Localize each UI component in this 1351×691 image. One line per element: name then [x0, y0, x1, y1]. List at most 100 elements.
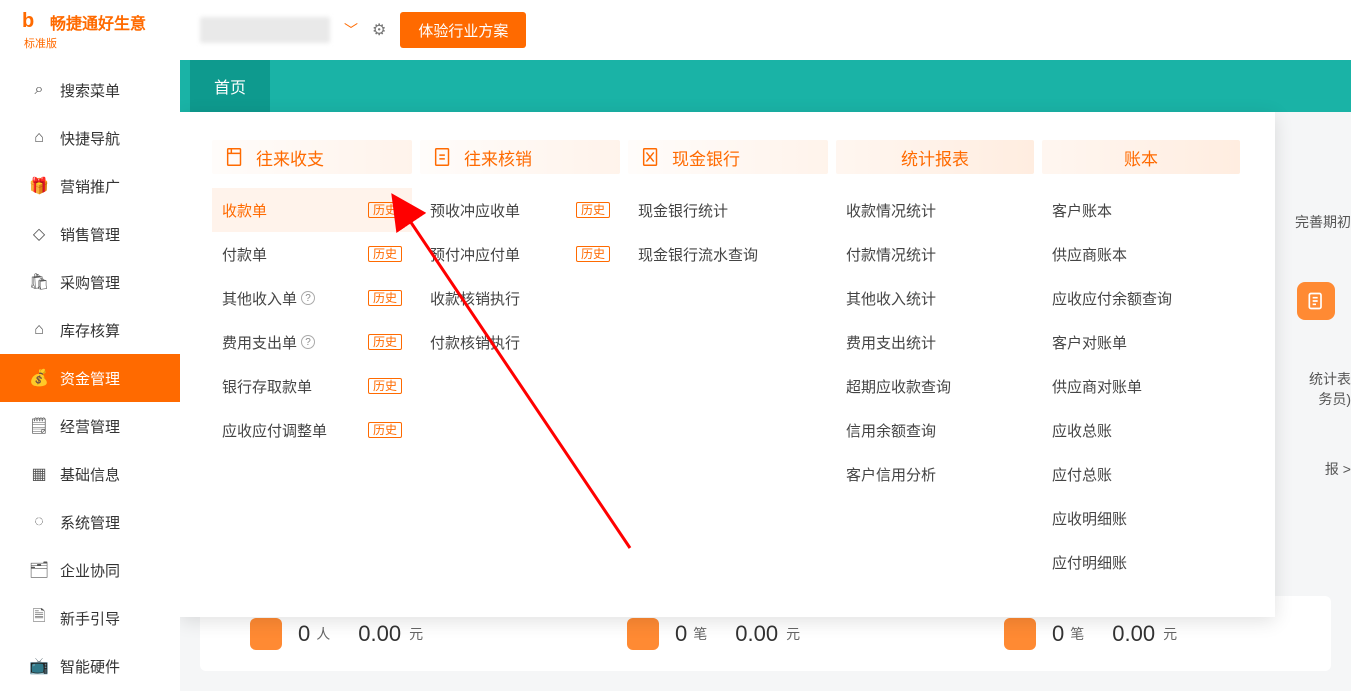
menu-item-label: 客户账本 — [1052, 200, 1112, 221]
sidebar-item-sales[interactable]: ◇销售管理 — [0, 210, 180, 258]
purchase-icon: 🛍 — [30, 273, 48, 291]
sidebar-item-marketing[interactable]: 🎁营销推广 — [0, 162, 180, 210]
sidebar-item-funds[interactable]: 💰资金管理 — [0, 354, 180, 402]
menu-item-label: 费用支出统计 — [846, 332, 936, 353]
sidebar-item-hardware[interactable]: 📺智能硬件 — [0, 642, 180, 690]
gear-icon[interactable]: ⚙ — [372, 20, 386, 40]
menu-item[interactable]: 信用余额查询 — [836, 408, 1034, 452]
sidebar-item-label: 系统管理 — [60, 512, 120, 533]
menu-item[interactable]: 其他收入单? 历史 — [212, 276, 412, 320]
history-badge[interactable]: 历史 — [368, 378, 402, 394]
brand-edition: 标准版 — [24, 35, 57, 51]
inventory-icon: ⌂ — [30, 321, 48, 339]
menu-item[interactable]: 收款单历史 — [212, 188, 412, 232]
column-title: 统计报表 — [901, 145, 969, 170]
menu-item-label: 现金银行流水查询 — [638, 244, 758, 265]
menu-item[interactable]: 应收应付调整单历史 — [212, 408, 412, 452]
help-icon[interactable]: ? — [301, 335, 315, 349]
sidebar-item-collab[interactable]: 🗂企业协同 — [0, 546, 180, 594]
sidebar-item-business[interactable]: 🗒经营管理 — [0, 402, 180, 450]
menu-item-label: 收款情况统计 — [846, 200, 936, 221]
menu-item-label: 客户对账单 — [1052, 332, 1127, 353]
menu-item[interactable]: 预付冲应付单 历史 — [420, 232, 620, 276]
menu-item[interactable]: 付款核销执行 — [420, 320, 620, 364]
menu-column-4: 账本客户账本供应商账本应收应付余额查询客户对账单供应商对账单应收总账应付总账应收… — [1042, 140, 1240, 607]
metric: 0人0.00元 — [200, 618, 577, 650]
history-badge[interactable]: 历史 — [368, 334, 402, 350]
strip-text-2b: 务员) — [1309, 390, 1351, 410]
metric-unit-1: 笔 — [1070, 624, 1084, 644]
menu-item[interactable]: 收款情况统计 — [836, 188, 1034, 232]
topbar: ﹀ ⚙ 体验行业方案 — [180, 0, 1351, 60]
menu-item-label: 其他收入单? — [222, 288, 315, 309]
menu-item[interactable]: 客户账本 — [1042, 188, 1240, 232]
collab-icon: 🗂 — [30, 561, 48, 579]
sidebar-item-guide[interactable]: 🗎新手引导 — [0, 594, 180, 642]
menu-item-label: 银行存取款单 — [222, 376, 312, 397]
industry-plan-button[interactable]: 体验行业方案 — [400, 12, 526, 48]
menu-item[interactable]: 应收明细账 — [1042, 496, 1240, 540]
history-badge[interactable]: 历史 — [576, 246, 610, 262]
menu-item[interactable]: 供应商对账单 — [1042, 364, 1240, 408]
menu-item-label: 预收冲应收单 — [430, 200, 520, 221]
history-badge[interactable]: 历史 — [368, 246, 402, 262]
menu-item[interactable]: 客户信用分析 — [836, 452, 1034, 496]
menu-column-3: 统计报表收款情况统计付款情况统计其他收入统计费用支出统计超期应收款查询信用余额查… — [836, 140, 1034, 607]
menu-item[interactable]: 应收总账 — [1042, 408, 1240, 452]
sidebar-item-label: 智能硬件 — [60, 656, 120, 677]
help-icon[interactable]: ? — [301, 291, 315, 305]
menu-item-label: 信用余额查询 — [846, 420, 936, 441]
sidebar-item-basedata[interactable]: ▦基础信息 — [0, 450, 180, 498]
logo-icon: b — [22, 11, 44, 33]
menu-item[interactable]: 预收冲应收单 历史 — [420, 188, 620, 232]
menu-item-label: 应收明细账 — [1052, 508, 1127, 529]
history-badge[interactable]: 历史 — [368, 290, 402, 306]
brand-name: 畅捷通好生意 — [50, 10, 146, 34]
menu-item[interactable]: 应收应付余额查询 — [1042, 276, 1240, 320]
metric-icon — [627, 618, 659, 650]
menu-item[interactable]: 应付总账 — [1042, 452, 1240, 496]
sidebar-item-search[interactable]: ⌕搜索菜单 — [0, 66, 180, 114]
tab-home[interactable]: 首页 — [190, 60, 270, 112]
sidebar-item-purchase[interactable]: 🛍采购管理 — [0, 258, 180, 306]
history-badge[interactable]: 历史 — [368, 422, 402, 438]
menu-item[interactable]: 超期应收款查询 — [836, 364, 1034, 408]
menu-item[interactable]: 费用支出统计 — [836, 320, 1034, 364]
org-caret-icon[interactable]: ﹀ — [344, 20, 358, 40]
menu-item-label: 客户信用分析 — [846, 464, 936, 485]
funds-mega-menu: 往来收支收款单历史付款单历史其他收入单?历史费用支出单?历史银行存取款单历史应收… — [180, 112, 1275, 617]
menu-item[interactable]: 银行存取款单 历史 — [212, 364, 412, 408]
menu-item[interactable]: 供应商账本 — [1042, 232, 1240, 276]
history-badge[interactable]: 历史 — [576, 202, 610, 218]
menu-item[interactable]: 付款单历史 — [212, 232, 412, 276]
menu-item-label: 费用支出单? — [222, 332, 315, 353]
sidebar: b 畅捷通好生意 标准版 ⌕搜索菜单⌂快捷导航🎁营销推广◇销售管理🛍采购管理⌂库… — [0, 0, 180, 691]
column-title: 往来核销 — [464, 145, 532, 170]
metric-unit-1: 人 — [316, 624, 330, 644]
menu-item-label: 其他收入统计 — [846, 288, 936, 309]
menu-item[interactable]: 现金银行流水查询 — [628, 232, 828, 276]
menu-item[interactable]: 费用支出单? 历史 — [212, 320, 412, 364]
metric-unit-1: 笔 — [693, 624, 707, 644]
metric-value-2: 0.00 — [1112, 621, 1155, 647]
sidebar-item-quicknav[interactable]: ⌂快捷导航 — [0, 114, 180, 162]
menu-item[interactable]: 客户对账单 — [1042, 320, 1240, 364]
strip-text-3: 报 > — [1325, 459, 1351, 479]
column-title: 现金银行 — [672, 145, 740, 170]
menu-item[interactable]: 应付明细账 — [1042, 540, 1240, 584]
menu-item[interactable]: 现金银行统计 — [628, 188, 828, 232]
menu-item[interactable]: 付款情况统计 — [836, 232, 1034, 276]
sidebar-item-label: 搜索菜单 — [60, 80, 120, 101]
logo-area: b 畅捷通好生意 标准版 — [0, 0, 180, 60]
sidebar-item-system[interactable]: ◌系统管理 — [0, 498, 180, 546]
menu-column-1: 往来核销预收冲应收单历史预付冲应付单历史收款核销执行付款核销执行 — [420, 140, 620, 607]
strip-text-1: 完善期初 — [1295, 212, 1351, 232]
menu-item-label: 现金银行统计 — [638, 200, 728, 221]
report-icon[interactable] — [1297, 282, 1335, 320]
history-badge[interactable]: 历史 — [368, 202, 402, 218]
sidebar-item-inventory[interactable]: ⌂库存核算 — [0, 306, 180, 354]
menu-item[interactable]: 其他收入统计 — [836, 276, 1034, 320]
sidebar-item-label: 快捷导航 — [60, 128, 120, 149]
menu-item[interactable]: 收款核销执行 — [420, 276, 620, 320]
menu-item-label: 预付冲应付单 — [430, 244, 520, 265]
